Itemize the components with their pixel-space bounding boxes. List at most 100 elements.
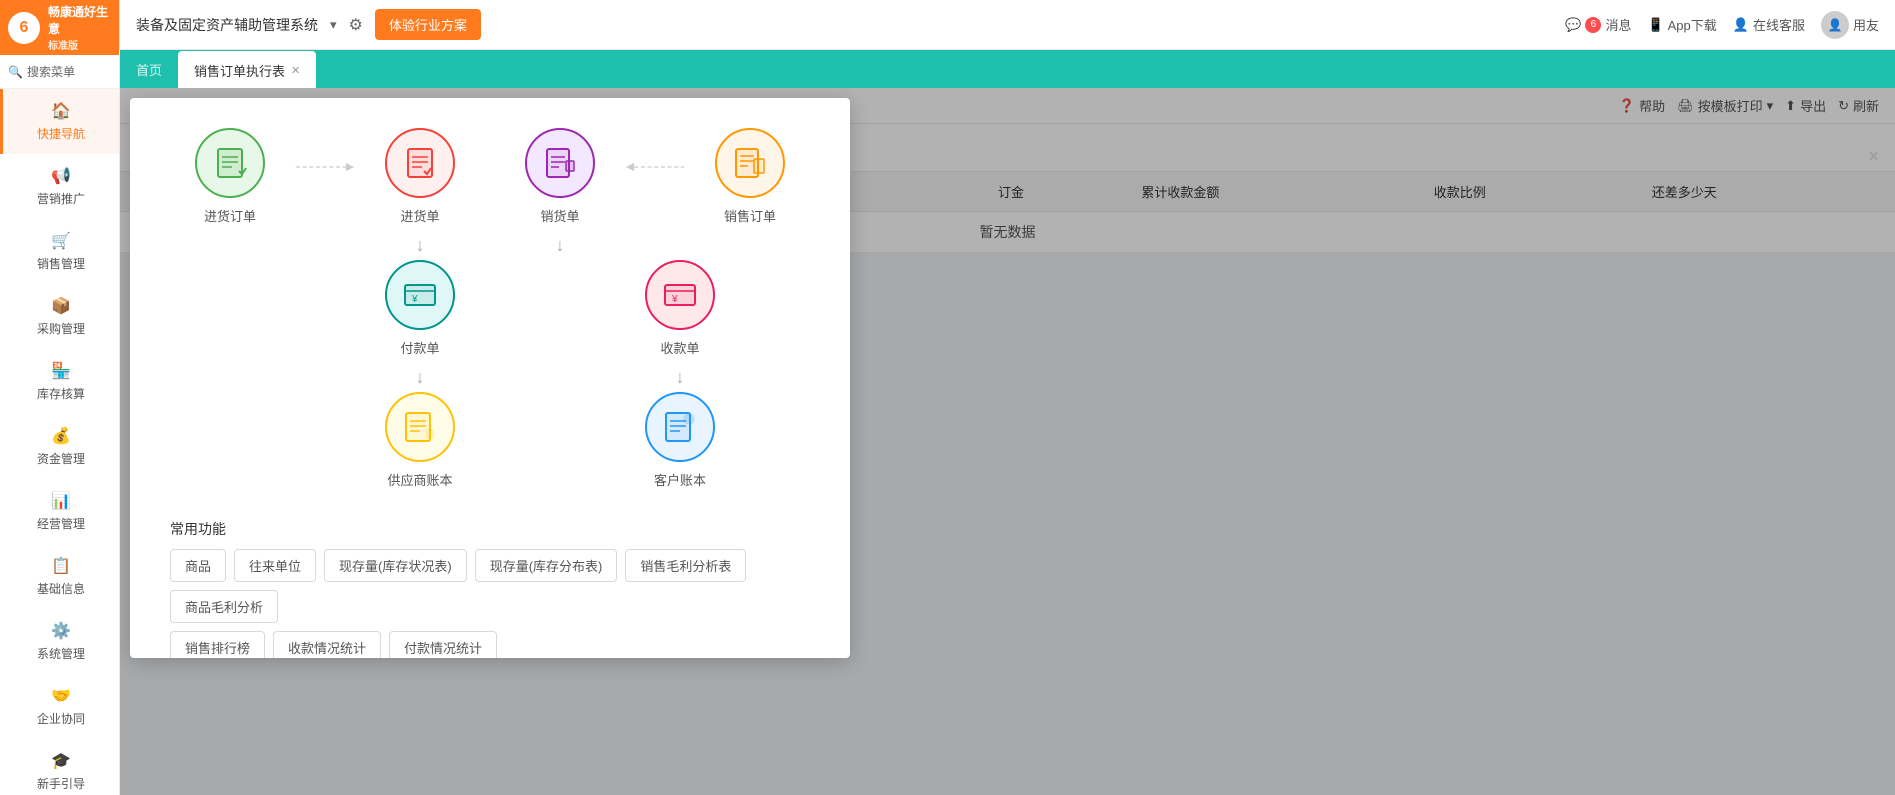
sidebar-item-label: 企业协同: [37, 710, 85, 727]
sidebar-item-label: 基础信息: [37, 580, 85, 597]
sidebar-logo: 6 畅康通好生意 标准版: [0, 0, 119, 55]
flow-row-1: 进货订单: [170, 128, 810, 225]
tab-sales-order-label: 销售订单执行表: [194, 61, 285, 80]
flow-row-3: 供应商账本: [360, 392, 810, 489]
flow-modal: 进货订单: [130, 98, 850, 658]
search-label: 搜索菜单: [27, 63, 75, 80]
sale-bill-label: 销货单: [540, 206, 579, 225]
sidebar: 6 畅康通好生意 标准版 🔍 搜索菜单 🏠 快捷导航 📢 营销推广 🛒 销售管理: [0, 0, 120, 795]
flow-node-purchase-bill[interactable]: 进货单: [360, 128, 480, 225]
business-icon: 📊: [51, 491, 71, 511]
sidebar-item-marketing[interactable]: 📢 营销推广: [0, 154, 119, 219]
tab-sales-order[interactable]: 销售订单执行表 ✕: [178, 51, 316, 89]
flow-row-arrows-2: ↓ ↓: [360, 367, 810, 388]
message-icon: 💬: [1565, 17, 1581, 33]
experience-btn[interactable]: 体验行业方案: [375, 9, 481, 40]
download-icon: 📱: [1647, 17, 1663, 33]
payment-label: 付款单: [400, 338, 439, 357]
flow-node-sale-order[interactable]: 销售订单: [690, 128, 810, 225]
sidebar-item-finance[interactable]: 💰 资金管理: [0, 414, 119, 479]
system-icon: ⚙️: [51, 621, 71, 641]
sidebar-item-business[interactable]: 📊 经营管理: [0, 479, 119, 544]
content-area: ❓ 帮助 🖨 按模板打印 ▾ ⬆ 导出 ↻ 刷新: [120, 88, 1895, 795]
func-btn-stock-status[interactable]: 现存量(库存状况表): [324, 549, 467, 582]
sales-icon: 🛒: [51, 231, 71, 251]
arrow-purchase-dashed: [290, 157, 360, 177]
sale-order-label: 销售订单: [724, 206, 776, 225]
logo-icon: 6: [8, 12, 40, 44]
flow-diagram: 进货订单: [170, 128, 810, 499]
sidebar-item-base[interactable]: 📋 基础信息: [0, 544, 119, 609]
user-menu[interactable]: 👤 用友: [1821, 11, 1879, 39]
system-title: 装备及固定资产辅助管理系统: [136, 15, 318, 35]
receipt-down-arrow: ↓: [676, 367, 685, 388]
online-service-label: 在线客服: [1753, 15, 1805, 34]
sidebar-item-newbie[interactable]: 🎓 新手引导: [0, 739, 119, 795]
flow-node-receipt[interactable]: ¥ 收款单: [620, 260, 740, 357]
sidebar-item-sales[interactable]: 🛒 销售管理: [0, 219, 119, 284]
avatar: 👤: [1821, 11, 1849, 39]
settings-icon[interactable]: ⚙: [349, 15, 363, 35]
supplier-ledger-label: 供应商账本: [387, 470, 452, 489]
customer-ledger-label: 客户账本: [654, 470, 706, 489]
receipt-label: 收款单: [660, 338, 699, 357]
sidebar-item-label: 快捷导航: [37, 125, 85, 142]
common-functions-title: 常用功能: [170, 519, 810, 539]
func-btn-partner[interactable]: 往来单位: [234, 549, 316, 582]
marketing-icon: 📢: [51, 166, 71, 186]
receipt-circle: ¥: [645, 260, 715, 330]
flow-node-supplier-ledger[interactable]: 供应商账本: [360, 392, 480, 489]
func-btn-sales-profit[interactable]: 销售毛利分析表: [625, 549, 746, 582]
sidebar-item-label: 采购管理: [37, 320, 85, 337]
sidebar-item-system[interactable]: ⚙️ 系统管理: [0, 609, 119, 674]
online-service-btn[interactable]: 👤 在线客服: [1733, 15, 1805, 34]
header-right: 💬 6 消息 📱 App下载 👤 在线客服 👤 用友: [1565, 11, 1879, 39]
app-download-btn[interactable]: 📱 App下载: [1647, 15, 1716, 34]
purchase-bill-down-arrow: ↓: [416, 235, 425, 256]
supplier-ledger-circle: [385, 392, 455, 462]
logo-text: 畅康通好生意: [48, 3, 111, 37]
purchase-order-circle: [195, 128, 265, 198]
sidebar-item-quicknav[interactable]: 🏠 快捷导航: [0, 89, 119, 154]
sale-bill-down-arrow: ↓: [556, 235, 565, 256]
tab-home[interactable]: 首页: [120, 50, 178, 88]
dropdown-arrow-icon[interactable]: ▾: [330, 17, 337, 33]
tab-close-icon[interactable]: ✕: [291, 64, 300, 77]
sidebar-item-inventory[interactable]: 🏪 库存核算: [0, 349, 119, 414]
flow-node-payment[interactable]: ¥ 付款单: [360, 260, 480, 357]
func-buttons-row1: 商品 往来单位 现存量(库存状况表) 现存量(库存分布表) 销售毛利分析表 商品…: [170, 549, 810, 623]
finance-icon: 💰: [51, 426, 71, 446]
tabs-bar: 首页 销售订单执行表 ✕: [120, 50, 1895, 88]
sidebar-item-label: 系统管理: [37, 645, 85, 662]
purchase-bill-label: 进货单: [400, 206, 439, 225]
app-download-label: App下载: [1668, 15, 1717, 34]
purchase-bill-circle: [385, 128, 455, 198]
func-btn-payment-stat[interactable]: 付款情况统计: [389, 631, 497, 658]
payment-circle: ¥: [385, 260, 455, 330]
user-label: 用友: [1853, 15, 1879, 34]
sale-bill-circle: [525, 128, 595, 198]
svg-text:¥: ¥: [671, 294, 678, 305]
func-buttons-row2: 销售排行榜 收款情况统计 付款情况统计: [170, 631, 810, 658]
message-btn[interactable]: 💬 6 消息: [1565, 15, 1631, 34]
sidebar-search[interactable]: 🔍 搜索菜单: [0, 55, 119, 89]
flow-row-2: ¥ 付款单: [360, 260, 810, 357]
func-btn-receipt-stat[interactable]: 收款情况统计: [273, 631, 381, 658]
tab-home-label: 首页: [136, 60, 162, 79]
sidebar-item-purchase[interactable]: 📦 采购管理: [0, 284, 119, 349]
enterprise-icon: 🤝: [51, 686, 71, 706]
header-bar: 装备及固定资产辅助管理系统 ▾ ⚙ 体验行业方案 💬 6 消息 📱 App下载 …: [120, 0, 1895, 50]
func-btn-product[interactable]: 商品: [170, 549, 226, 582]
sidebar-item-enterprise[interactable]: 🤝 企业协同: [0, 674, 119, 739]
flow-node-customer-ledger[interactable]: 客户账本: [620, 392, 740, 489]
func-btn-sales-rank[interactable]: 销售排行榜: [170, 631, 265, 658]
modal-body: 进货订单: [130, 98, 850, 658]
func-btn-product-profit[interactable]: 商品毛利分析: [170, 590, 278, 623]
modal-close-btn[interactable]: ×: [1868, 146, 1879, 167]
arrow-sale-dashed: [620, 157, 690, 177]
svg-text:¥: ¥: [411, 294, 418, 305]
flow-node-purchase-order[interactable]: 进货订单: [170, 128, 290, 225]
func-btn-stock-dist[interactable]: 现存量(库存分布表): [475, 549, 618, 582]
flow-node-sale-bill[interactable]: 销货单: [500, 128, 620, 225]
inventory-icon: 🏪: [51, 361, 71, 381]
